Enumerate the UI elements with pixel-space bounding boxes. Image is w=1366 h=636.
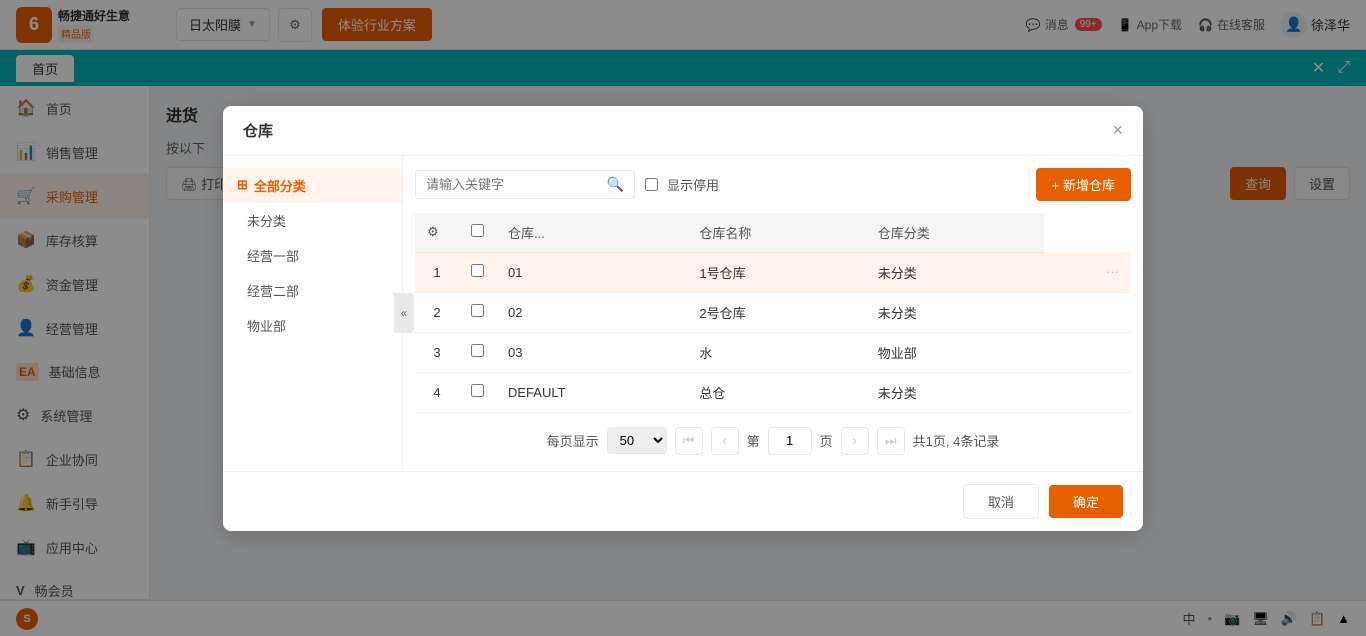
table-gear-icon[interactable]: ⚙ bbox=[427, 224, 439, 239]
collapse-button[interactable]: « bbox=[394, 293, 414, 333]
search-input[interactable] bbox=[426, 177, 607, 192]
per-page-select[interactable]: 50 20 100 bbox=[607, 427, 667, 454]
table-row[interactable]: 3 03 水 物业部 bbox=[415, 332, 1131, 372]
modal-body: ⊞ 全部分类 未分类 经营一部 经营二部 物业部 « 🔍 bbox=[223, 156, 1143, 471]
modal-close-button[interactable]: × bbox=[1112, 120, 1123, 141]
row-actions[interactable] bbox=[1044, 292, 1131, 332]
table-panel: 🔍 显示停用 + 新增仓库 ⚙ bbox=[403, 156, 1143, 471]
modal-title: 仓库 bbox=[243, 120, 273, 141]
row-code: 01 bbox=[496, 252, 687, 292]
row-category: 未分类 bbox=[866, 372, 1044, 412]
show-disabled-checkbox[interactable] bbox=[645, 178, 658, 191]
category-item-dept2[interactable]: 经营二部 bbox=[223, 273, 402, 308]
row-num: 4 bbox=[415, 372, 459, 412]
category-panel: ⊞ 全部分类 未分类 经营一部 经营二部 物业部 « bbox=[223, 156, 403, 471]
table-toolbar: 🔍 显示停用 + 新增仓库 bbox=[415, 168, 1131, 201]
collapse-icon: « bbox=[401, 306, 408, 320]
table-head: ⚙ 仓库... 仓库名称 bbox=[415, 213, 1131, 253]
grid-icon: ⊞ bbox=[237, 177, 248, 193]
table-header-row: ⚙ 仓库... 仓库名称 bbox=[415, 213, 1131, 253]
row-name: 1号仓库 bbox=[687, 252, 865, 292]
row-name: 总仓 bbox=[687, 372, 865, 412]
col-header-name: 仓库名称 bbox=[687, 213, 865, 253]
page-label-before: 第 bbox=[747, 431, 760, 450]
row-checkbox[interactable] bbox=[471, 384, 484, 397]
confirm-button[interactable]: 确定 bbox=[1049, 485, 1123, 518]
pagination: 每页显示 50 20 100 ⏮ ‹ 第 页 › ⏭ 共1页, 4条记录 bbox=[415, 413, 1131, 459]
row-checkbox[interactable] bbox=[471, 344, 484, 357]
page-number-input[interactable] bbox=[768, 427, 812, 455]
show-disabled-text: 显示停用 bbox=[667, 175, 719, 194]
row-num: 1 bbox=[415, 252, 459, 292]
table-row[interactable]: 4 DEFAULT 总仓 未分类 bbox=[415, 372, 1131, 412]
row-checkbox[interactable] bbox=[471, 304, 484, 317]
col-header-code: 仓库... bbox=[496, 213, 687, 253]
row-num: 3 bbox=[415, 332, 459, 372]
cancel-button[interactable]: 取消 bbox=[963, 484, 1039, 519]
row-category: 物业部 bbox=[866, 332, 1044, 372]
row-code: 02 bbox=[496, 292, 687, 332]
row-check bbox=[459, 252, 496, 292]
search-icon[interactable]: 🔍 bbox=[607, 176, 624, 193]
add-warehouse-button[interactable]: + 新增仓库 bbox=[1036, 168, 1131, 201]
row-category: 未分类 bbox=[866, 252, 1044, 292]
row-checkbox[interactable] bbox=[471, 264, 484, 277]
all-categories-label: 全部分类 bbox=[254, 176, 306, 195]
modal-footer: 取消 确定 bbox=[223, 471, 1143, 531]
row-check bbox=[459, 292, 496, 332]
col-header-check bbox=[459, 213, 496, 253]
col-header-gear: ⚙ bbox=[415, 213, 459, 253]
table-body: 1 01 1号仓库 未分类 ··· 2 bbox=[415, 252, 1131, 412]
row-actions[interactable] bbox=[1044, 372, 1131, 412]
table-container: ⚙ 仓库... 仓库名称 bbox=[415, 213, 1131, 413]
row-actions[interactable] bbox=[1044, 332, 1131, 372]
row-code: 03 bbox=[496, 332, 687, 372]
show-disabled-label[interactable]: 显示停用 bbox=[645, 175, 719, 194]
warehouse-table: ⚙ 仓库... 仓库名称 bbox=[415, 213, 1131, 413]
row-category: 未分类 bbox=[866, 292, 1044, 332]
category-item-dept1[interactable]: 经营一部 bbox=[223, 238, 402, 273]
row-check bbox=[459, 332, 496, 372]
first-page-button[interactable]: ⏮ bbox=[675, 427, 703, 455]
table-row[interactable]: 2 02 2号仓库 未分类 bbox=[415, 292, 1131, 332]
warehouse-modal: 仓库 × ⊞ 全部分类 未分类 经营一部 经营二部 物业部 « bbox=[223, 106, 1143, 531]
row-name: 水 bbox=[687, 332, 865, 372]
row-actions[interactable]: ··· bbox=[1044, 252, 1131, 292]
row-name: 2号仓库 bbox=[687, 292, 865, 332]
prev-page-button[interactable]: ‹ bbox=[711, 427, 739, 455]
row-num: 2 bbox=[415, 292, 459, 332]
search-box: 🔍 bbox=[415, 170, 635, 199]
row-code: DEFAULT bbox=[496, 372, 687, 412]
per-page-label: 每页显示 bbox=[547, 431, 599, 450]
last-page-button[interactable]: ⏭ bbox=[877, 427, 905, 455]
select-all-checkbox[interactable] bbox=[471, 224, 484, 237]
col-header-category: 仓库分类 bbox=[866, 213, 1044, 253]
all-categories-item[interactable]: ⊞ 全部分类 bbox=[223, 168, 402, 203]
modal-header: 仓库 × bbox=[223, 106, 1143, 156]
modal-overlay: 仓库 × ⊞ 全部分类 未分类 经营一部 经营二部 物业部 « bbox=[0, 0, 1366, 636]
row-check bbox=[459, 372, 496, 412]
page-label-after: 页 bbox=[820, 431, 833, 450]
category-item-property[interactable]: 物业部 bbox=[223, 308, 402, 343]
total-info: 共1页, 4条记录 bbox=[913, 431, 1000, 450]
table-row[interactable]: 1 01 1号仓库 未分类 ··· bbox=[415, 252, 1131, 292]
category-item-unclassified[interactable]: 未分类 bbox=[223, 203, 402, 238]
next-page-button[interactable]: › bbox=[841, 427, 869, 455]
